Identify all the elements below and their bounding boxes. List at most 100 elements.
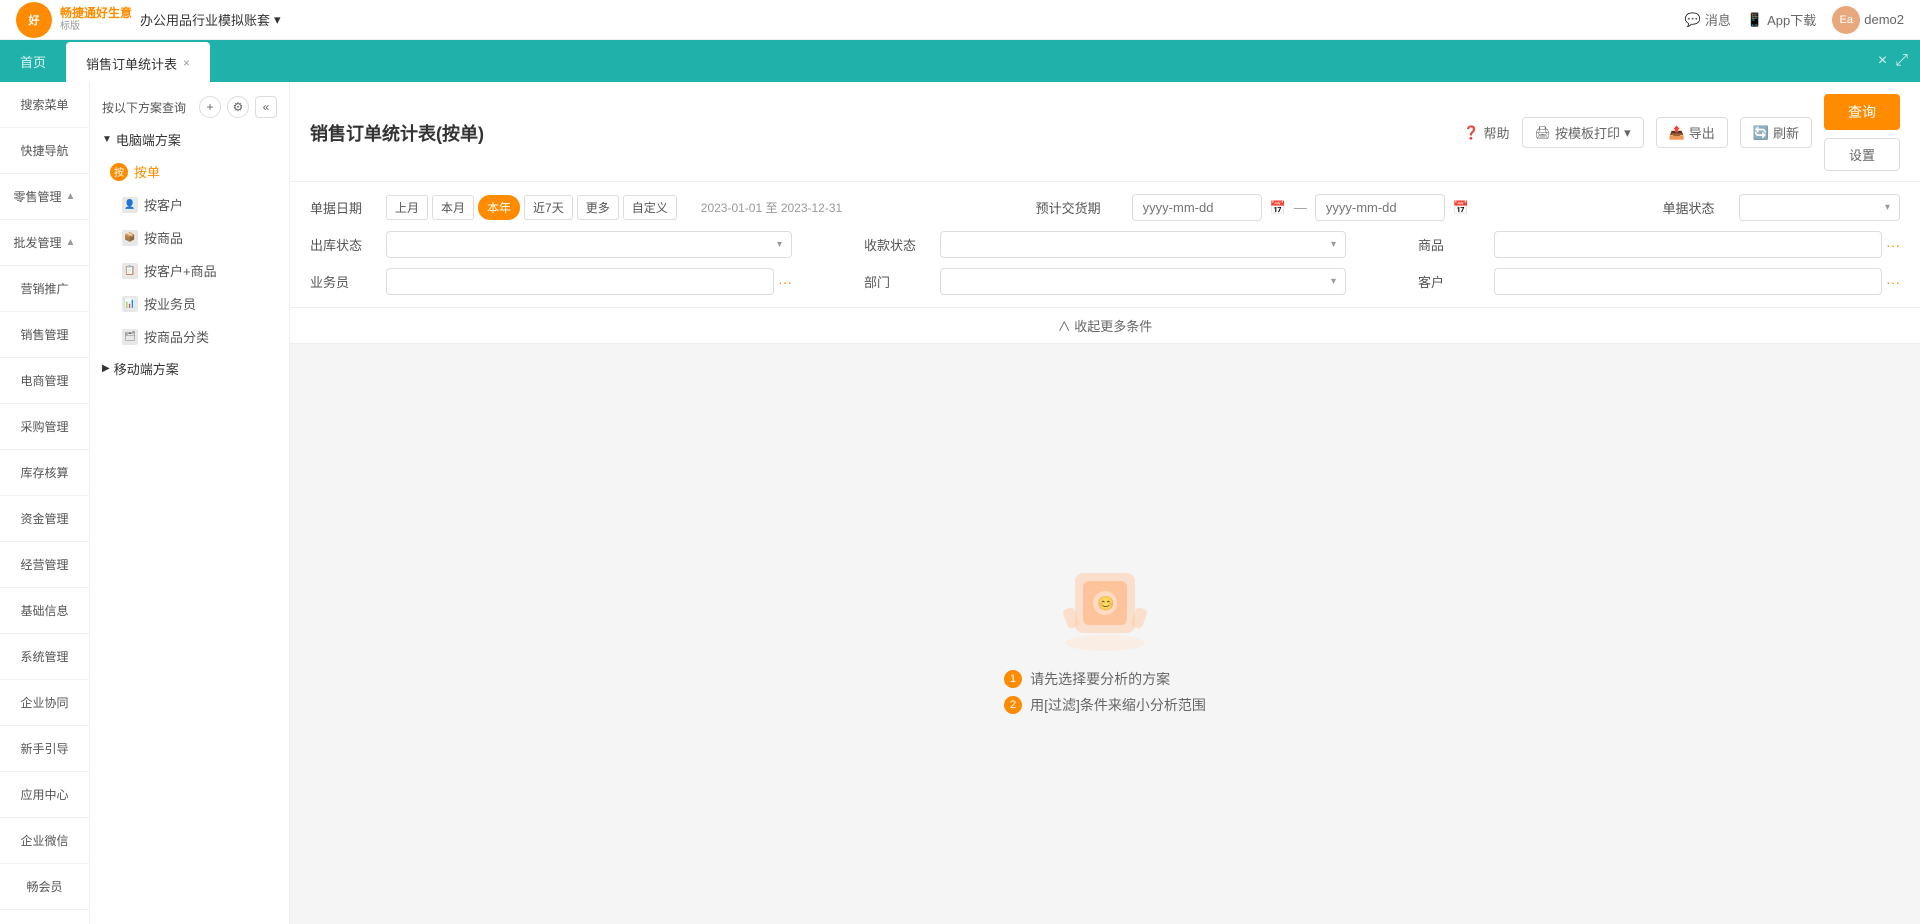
left-panel: 按以下方案查询 + ⚙ « ▼ 电脑端方案 按 按单	[90, 82, 290, 924]
salesperson-group: ···	[386, 268, 792, 295]
sidebar-item-wholesale[interactable]: 批发管理 ▲	[0, 220, 89, 266]
sidebar-item-member[interactable]: 畅会员	[0, 864, 89, 910]
message-btn[interactable]: 💬 消息	[1685, 10, 1731, 29]
salesperson-input[interactable]	[386, 268, 774, 295]
empty-tips: 1 请先选择要分析的方案 2 用[过滤]条件来缩小分析范围	[1004, 669, 1206, 715]
tree-item-icon-order: 按	[110, 163, 128, 181]
panel-title: 按以下方案查询	[102, 99, 193, 116]
tip-text-2: 用[过滤]条件来缩小分析范围	[1030, 695, 1206, 715]
tip-item-2: 2 用[过滤]条件来缩小分析范围	[1004, 695, 1206, 715]
tree-item-by-goods[interactable]: 📦 按商品	[90, 221, 289, 254]
calendar-icon-start[interactable]: 📅	[1270, 200, 1286, 216]
collapse-panel-btn[interactable]: «	[255, 96, 277, 118]
tree-item-by-customer[interactable]: 👤 按客户	[90, 188, 289, 221]
shipment-select[interactable]	[386, 231, 792, 258]
settings-btn[interactable]: 设置	[1824, 138, 1900, 171]
date-btn-this-year[interactable]: 本年	[478, 195, 520, 220]
avatar: Ea	[1832, 6, 1860, 34]
date-btn-more[interactable]: 更多	[577, 195, 619, 220]
tree-item-by-salesperson[interactable]: 📊 按业务员	[90, 287, 289, 320]
user-menu[interactable]: Ea demo2	[1832, 6, 1904, 34]
top-bar-left: 好 畅捷通好生意 标版 办公用品行业模拟账套 ▾	[16, 2, 281, 38]
panel-toolbar: 按以下方案查询 + ⚙ «	[90, 90, 289, 124]
tree-section-pc[interactable]: ▼ 电脑端方案	[90, 124, 289, 155]
department-label: 部门	[864, 272, 924, 291]
sidebar-item-retail[interactable]: 零售管理 ▲	[0, 174, 89, 220]
top-bar-right: 💬 消息 📱 App下载 Ea demo2	[1685, 6, 1904, 34]
date-btn-last-month[interactable]: 上月	[386, 195, 428, 220]
window-close-btn[interactable]: ×	[1878, 52, 1887, 70]
sidebar-item-wechat[interactable]: 企业微信	[0, 818, 89, 864]
collapse-bar: ∧ 收起更多条件	[290, 308, 1920, 344]
add-scheme-btn[interactable]: +	[199, 96, 221, 118]
tab-home[interactable]: 首页	[0, 40, 66, 82]
tab-sales-order-stats[interactable]: 销售订单统计表 ×	[66, 42, 210, 84]
expected-delivery-group: 📅 — 📅	[1132, 194, 1469, 221]
sidebar-item-operation[interactable]: 经营管理	[0, 542, 89, 588]
customer-input[interactable]	[1494, 268, 1882, 295]
date-btn-custom[interactable]: 自定义	[623, 195, 677, 220]
logo: 好	[16, 2, 52, 38]
department-group: ▾	[940, 268, 1346, 295]
svg-text:😊: 😊	[1097, 595, 1114, 611]
tree-item-icon-customer: 👤	[122, 197, 138, 213]
tree-item-by-customer-goods[interactable]: 📋 按客户+商品	[90, 254, 289, 287]
tree-item-by-order[interactable]: 按 按单	[90, 155, 289, 188]
app-download-btn[interactable]: 📱 App下载	[1747, 10, 1816, 29]
page-actions: ❓ 帮助 🖨 按模板打印 ▾ 📤 导出 🔄 刷新	[1463, 94, 1900, 171]
department-select[interactable]	[940, 268, 1346, 295]
help-btn[interactable]: ❓ 帮助	[1463, 123, 1509, 142]
sidebar-item-enterprise[interactable]: 企业协同	[0, 680, 89, 726]
print-btn[interactable]: 🖨 按模板打印 ▾	[1522, 117, 1644, 148]
refresh-btn[interactable]: 🔄 刷新	[1740, 117, 1812, 148]
tree-section-mobile[interactable]: ▶ 移动端方案	[90, 353, 289, 384]
main-layout: 搜索菜单 快捷导航 零售管理 ▲ 批发管理 ▲ 营销推广 销售管理 电商管理 采…	[0, 82, 1920, 924]
sidebar-item-finance[interactable]: 资金管理	[0, 496, 89, 542]
top-actions-col: 查询 设置	[1824, 94, 1900, 171]
sidebar-item-newbie[interactable]: 新手引导	[0, 726, 89, 772]
tip-num-1: 1	[1004, 670, 1022, 688]
sidebar-item-search-menu[interactable]: 搜索菜单	[0, 82, 89, 128]
salesperson-ellipsis-btn[interactable]: ···	[778, 274, 792, 290]
setting-scheme-btn[interactable]: ⚙	[227, 96, 249, 118]
sidebar-item-inventory[interactable]: 库存核算	[0, 450, 89, 496]
tip-num-2: 2	[1004, 696, 1022, 714]
tree-item-icon-goods: 📦	[122, 230, 138, 246]
date-label: 单据日期	[310, 198, 370, 217]
customer-ellipsis-btn[interactable]: ···	[1886, 274, 1900, 290]
sidebar-item-system[interactable]: 系统管理	[0, 634, 89, 680]
sidebar-item-sales[interactable]: 销售管理	[0, 312, 89, 358]
sidebar-item-app-center[interactable]: 应用中心	[0, 772, 89, 818]
empty-state: 😊 1 请先选择要分析的方案 2 用[过滤]条件来缩小分析范围	[290, 344, 1920, 924]
sidebar-item-quick-nav[interactable]: 快捷导航	[0, 128, 89, 174]
calendar-icon-end[interactable]: 📅	[1453, 200, 1469, 216]
collapse-more-btn[interactable]: ∧ 收起更多条件	[1058, 316, 1153, 335]
query-btn[interactable]: 查询	[1824, 94, 1900, 130]
delivery-date-end[interactable]	[1315, 194, 1445, 221]
app-subtitle: 标版	[60, 21, 132, 33]
tree-item-icon-sale: 📊	[122, 296, 138, 312]
export-btn[interactable]: 📤 导出	[1656, 117, 1728, 148]
tab-bar-actions: × ⤢	[1878, 52, 1920, 70]
date-btn-this-month[interactable]: 本月	[432, 195, 474, 220]
tab-close-btn[interactable]: ×	[183, 56, 190, 70]
date-btn-7days[interactable]: 近7天	[524, 195, 573, 220]
window-max-btn[interactable]: ⤢	[1895, 52, 1908, 70]
payment-select[interactable]	[940, 231, 1346, 258]
tree-item-by-goods-category[interactable]: 🗂 按商品分类	[90, 320, 289, 353]
content-area: 按以下方案查询 + ⚙ « ▼ 电脑端方案 按 按单	[90, 82, 1920, 924]
goods-input[interactable]	[1494, 231, 1882, 258]
date-quick-btns: 上月 本月 本年 近7天 更多 自定义	[386, 195, 677, 220]
salesperson-label: 业务员	[310, 272, 370, 291]
account-selector[interactable]: 办公用品行业模拟账套 ▾	[140, 10, 281, 29]
sidebar-item-marketing[interactable]: 营销推广	[0, 266, 89, 312]
doc-status-select[interactable]	[1739, 194, 1900, 221]
sidebar-item-ecommerce[interactable]: 电商管理	[0, 358, 89, 404]
sidebar-item-basic[interactable]: 基础信息	[0, 588, 89, 634]
sidebar-item-purchase[interactable]: 采购管理	[0, 404, 89, 450]
empty-icon: 😊	[1045, 553, 1165, 653]
page-title: 销售订单统计表(按单)	[310, 120, 484, 146]
delivery-date-start[interactable]	[1132, 194, 1262, 221]
goods-ellipsis-btn[interactable]: ···	[1886, 237, 1900, 253]
customer-group: ···	[1494, 268, 1900, 295]
